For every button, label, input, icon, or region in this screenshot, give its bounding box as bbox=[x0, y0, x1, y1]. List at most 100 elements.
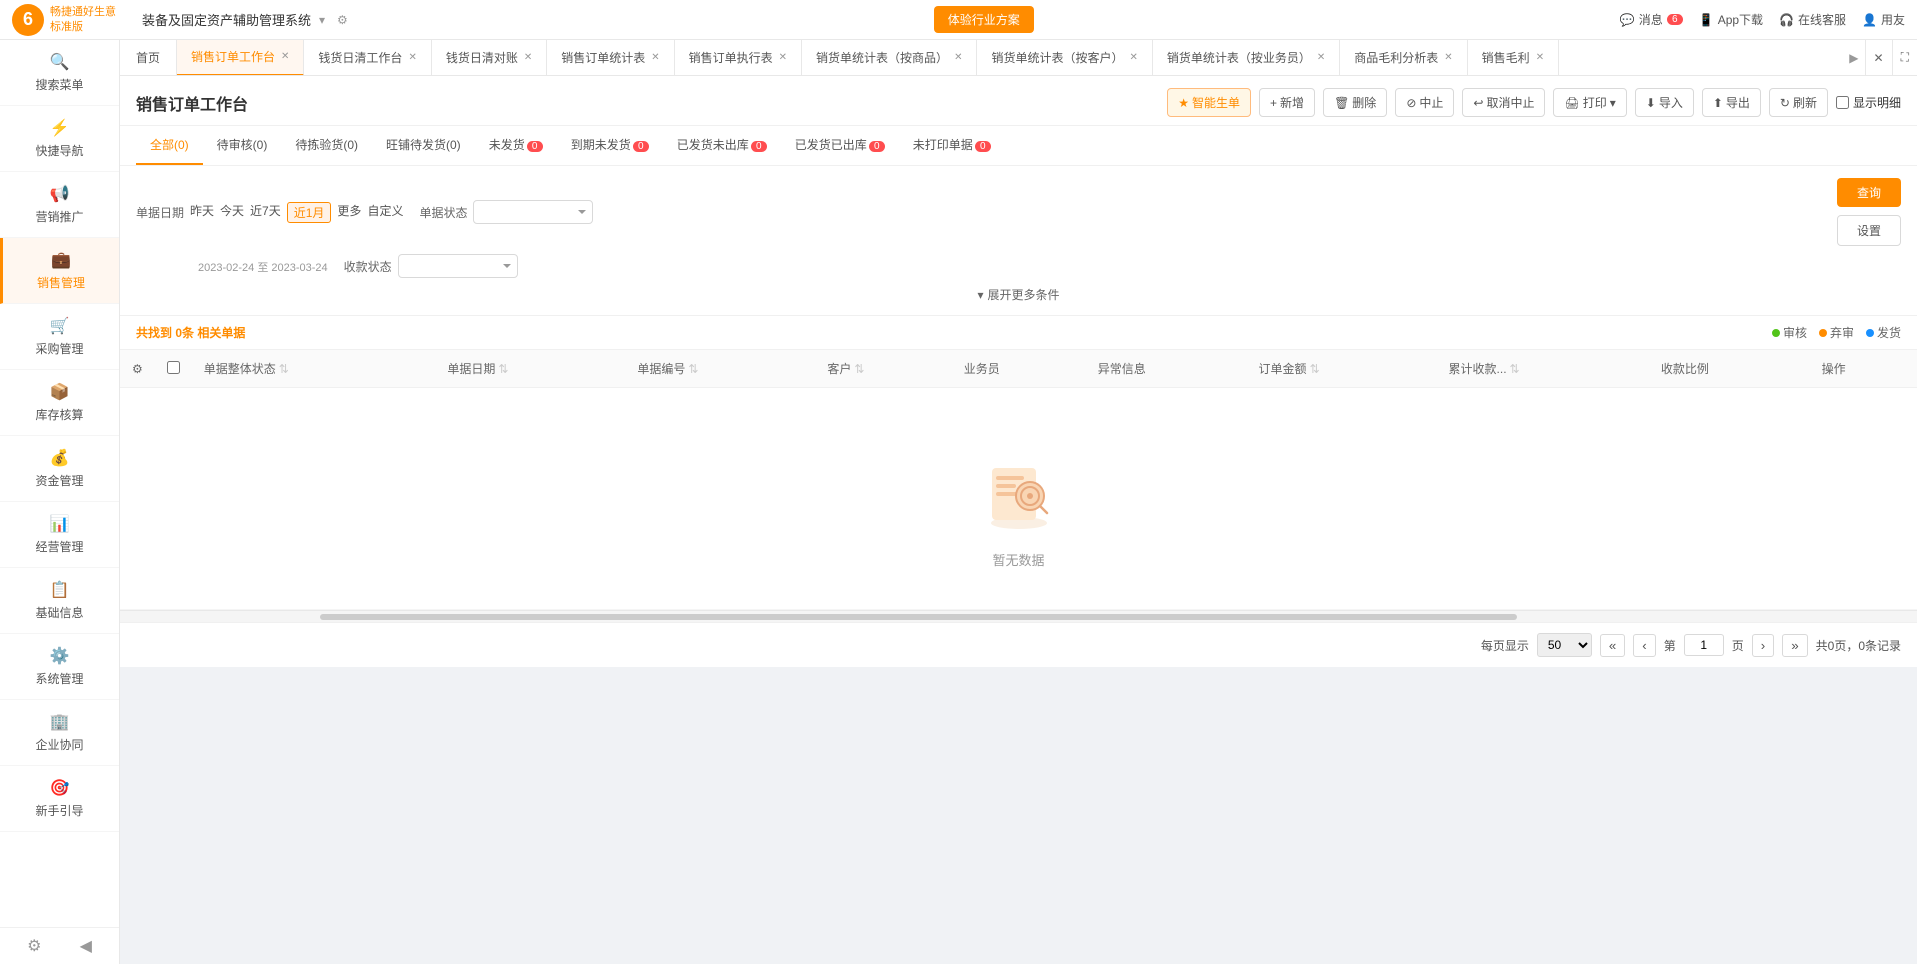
tab-sales-order-exec[interactable]: 销售订单执行表 ✕ bbox=[675, 40, 802, 76]
dropdown-arrow-icon[interactable]: ▾ bbox=[319, 13, 325, 27]
subtab-not-printed[interactable]: 未打印单据0 bbox=[899, 126, 1005, 165]
smart-gen-btn[interactable]: ★ 智能生单 bbox=[1167, 88, 1251, 117]
import-btn[interactable]: ⬇ 导入 bbox=[1635, 88, 1694, 117]
subtab-wangpu-ship[interactable]: 旺铺待发货(0) bbox=[372, 126, 475, 165]
tab-cash-daily[interactable]: 钱货日清工作台 ✕ bbox=[304, 40, 431, 76]
tab-close-icon[interactable]: ✕ bbox=[651, 52, 659, 63]
export-btn[interactable]: ⬆ 导出 bbox=[1702, 88, 1761, 117]
show-detail-label[interactable]: 显示明细 bbox=[1836, 94, 1901, 111]
tab-close-icon[interactable]: ✕ bbox=[954, 52, 962, 63]
tab-sales-order-stat[interactable]: 销售订单统计表 ✕ bbox=[547, 40, 674, 76]
sidebar-item-finance[interactable]: 💰 资金管理 bbox=[0, 436, 119, 502]
tab-sales-stat-staff[interactable]: 销货单统计表（按业务员） ✕ bbox=[1153, 40, 1340, 76]
delete-btn[interactable]: 🗑 删除 bbox=[1323, 88, 1387, 117]
tab-close-icon[interactable]: ✕ bbox=[779, 52, 787, 63]
messages-btn[interactable]: 💬 消息 6 bbox=[1620, 11, 1683, 28]
table-actions: 审核 弃审 发货 bbox=[1772, 324, 1901, 341]
subtab-shipped-out[interactable]: 已发货已出库0 bbox=[781, 126, 899, 165]
sidebar-settings-icon[interactable]: ⚙ bbox=[27, 936, 41, 956]
user-avatar-btn[interactable]: 👤 用友 bbox=[1862, 11, 1905, 28]
col-settings[interactable]: ⚙ bbox=[120, 350, 155, 388]
sidebar-collapse-icon[interactable]: ◀ bbox=[80, 936, 92, 956]
sidebar-item-sys-mgmt[interactable]: ⚙️ 系统管理 bbox=[0, 634, 119, 700]
unreview-action[interactable]: 弃审 bbox=[1819, 324, 1854, 341]
refresh-btn[interactable]: ↻ 刷新 bbox=[1769, 88, 1828, 117]
settings-icon[interactable]: ⚙ bbox=[337, 13, 348, 27]
tab-close-icon[interactable]: ✕ bbox=[281, 51, 289, 62]
sidebar-item-marketing[interactable]: 📢 营销推广 bbox=[0, 172, 119, 238]
not-printed-badge: 0 bbox=[975, 141, 991, 152]
app-download-btn[interactable]: 📱 App下载 bbox=[1699, 11, 1763, 28]
col-number: 单据编号⇅ bbox=[625, 350, 815, 388]
subtab-shipped-not-out[interactable]: 已发货未出库0 bbox=[663, 126, 781, 165]
sidebar-item-sales[interactable]: 💼 销售管理 bbox=[0, 238, 119, 304]
page-input[interactable] bbox=[1684, 634, 1724, 656]
online-service-btn[interactable]: 🎧 在线客服 bbox=[1779, 11, 1846, 28]
page-label: 第 bbox=[1664, 637, 1676, 654]
setting-btn[interactable]: 设置 bbox=[1837, 215, 1901, 246]
tab-cash-reconcile[interactable]: 钱货日清对账 ✕ bbox=[432, 40, 547, 76]
tab-sales-more[interactable]: 销售毛利 ✕ bbox=[1468, 40, 1559, 76]
tab-maximize-btn[interactable]: ⛶ bbox=[1892, 40, 1917, 76]
data-table: ⚙ 单据整体状态⇅ 单据日期⇅ 单据编号⇅ 客户⇅ 业务员 异常信息 订单金额 bbox=[120, 350, 1917, 610]
sidebar-item-purchase[interactable]: 🛒 采购管理 bbox=[0, 304, 119, 370]
sidebar-item-enterprise[interactable]: 🏢 企业协同 bbox=[0, 700, 119, 766]
tab-sales-stat-product[interactable]: 销货单统计表（按商品） ✕ bbox=[802, 40, 977, 76]
industry-btn[interactable]: 体验行业方案 bbox=[934, 6, 1034, 33]
tab-close-icon[interactable]: ✕ bbox=[1129, 52, 1137, 63]
stop-btn[interactable]: ⊘ 中止 bbox=[1395, 88, 1454, 117]
sidebar-item-inventory[interactable]: 📦 库存核算 bbox=[0, 370, 119, 436]
cancel-stop-btn[interactable]: ↩ 取消中止 bbox=[1462, 88, 1545, 117]
subtab-overdue-ship[interactable]: 到期未发货0 bbox=[557, 126, 663, 165]
tab-close-icon[interactable]: ✕ bbox=[1317, 52, 1325, 63]
date-today[interactable]: 今天 bbox=[220, 202, 244, 223]
sidebar-item-quick-nav[interactable]: ⚡ 快捷导航 bbox=[0, 106, 119, 172]
expand-btn[interactable]: ▾ 展开更多条件 bbox=[977, 286, 1059, 303]
date-yesterday[interactable]: 昨天 bbox=[190, 202, 214, 223]
tab-close-icon[interactable]: ✕ bbox=[1536, 52, 1544, 63]
date-1month[interactable]: 近1月 bbox=[287, 202, 332, 223]
status-label: 单据状态 bbox=[419, 204, 467, 221]
sidebar-item-search[interactable]: 🔍 搜索菜单 bbox=[0, 40, 119, 106]
tab-scroll-right-btn[interactable]: ▶ bbox=[1843, 51, 1864, 65]
tab-home[interactable]: 首页 bbox=[120, 40, 177, 76]
prev-page-btn[interactable]: ‹ bbox=[1633, 634, 1655, 657]
review-action[interactable]: 审核 bbox=[1772, 324, 1807, 341]
tab-close-icon[interactable]: ✕ bbox=[524, 52, 532, 63]
sidebar-item-base-info[interactable]: 📋 基础信息 bbox=[0, 568, 119, 634]
tab-close-icon[interactable]: ✕ bbox=[408, 52, 416, 63]
select-all-checkbox[interactable] bbox=[167, 361, 180, 374]
sidebar-item-label: 经营管理 bbox=[35, 538, 83, 555]
next-page-btn[interactable]: › bbox=[1752, 634, 1774, 657]
first-page-btn[interactable]: « bbox=[1600, 634, 1625, 657]
logo-text: 畅捷通好生意 标准版 bbox=[50, 5, 116, 34]
date-custom[interactable]: 自定义 bbox=[367, 202, 403, 223]
col-checkbox[interactable] bbox=[155, 350, 192, 388]
tab-sales-order-desk[interactable]: 销售订单工作台 ✕ bbox=[177, 40, 304, 76]
page-size-select[interactable]: 50 10 20 100 bbox=[1537, 633, 1592, 657]
date-more[interactable]: 更多 bbox=[337, 202, 361, 223]
tab-close-icon[interactable]: ✕ bbox=[1444, 52, 1452, 63]
date-7days[interactable]: 近7天 bbox=[250, 202, 281, 223]
subtab-pending-inspect[interactable]: 待拣验货(0) bbox=[281, 126, 372, 165]
table-count: 共找到 0条 相关单据 bbox=[136, 324, 245, 341]
add-btn[interactable]: + 新增 bbox=[1259, 88, 1315, 117]
receipt-select[interactable] bbox=[398, 254, 518, 278]
tab-sales-stat-customer[interactable]: 销货单统计表（按客户） ✕ bbox=[977, 40, 1152, 76]
subtab-not-shipped[interactable]: 未发货0 bbox=[475, 126, 557, 165]
sidebar-item-newcomer[interactable]: 🎯 新手引导 bbox=[0, 766, 119, 832]
stop-icon: ⊘ bbox=[1406, 96, 1416, 110]
query-btn[interactable]: 查询 bbox=[1837, 178, 1901, 207]
table-scroll-area[interactable]: ⚙ 单据整体状态⇅ 单据日期⇅ 单据编号⇅ 客户⇅ 业务员 异常信息 订单金额 bbox=[120, 350, 1917, 610]
ship-action[interactable]: 发货 bbox=[1866, 324, 1901, 341]
show-detail-checkbox[interactable] bbox=[1836, 96, 1849, 109]
last-page-btn[interactable]: » bbox=[1782, 634, 1807, 657]
horizontal-scrollbar[interactable] bbox=[120, 610, 1917, 622]
status-select[interactable] bbox=[473, 200, 593, 224]
subtab-pending-review[interactable]: 待审核(0) bbox=[203, 126, 282, 165]
tab-product-margin[interactable]: 商品毛利分析表 ✕ bbox=[1340, 40, 1467, 76]
print-btn[interactable]: 🖨 打印 ▾ bbox=[1553, 88, 1626, 117]
subtab-all[interactable]: 全部(0) bbox=[136, 126, 203, 165]
sidebar-item-operations[interactable]: 📊 经营管理 bbox=[0, 502, 119, 568]
tab-close-all-btn[interactable]: ✕ bbox=[1865, 40, 1892, 76]
